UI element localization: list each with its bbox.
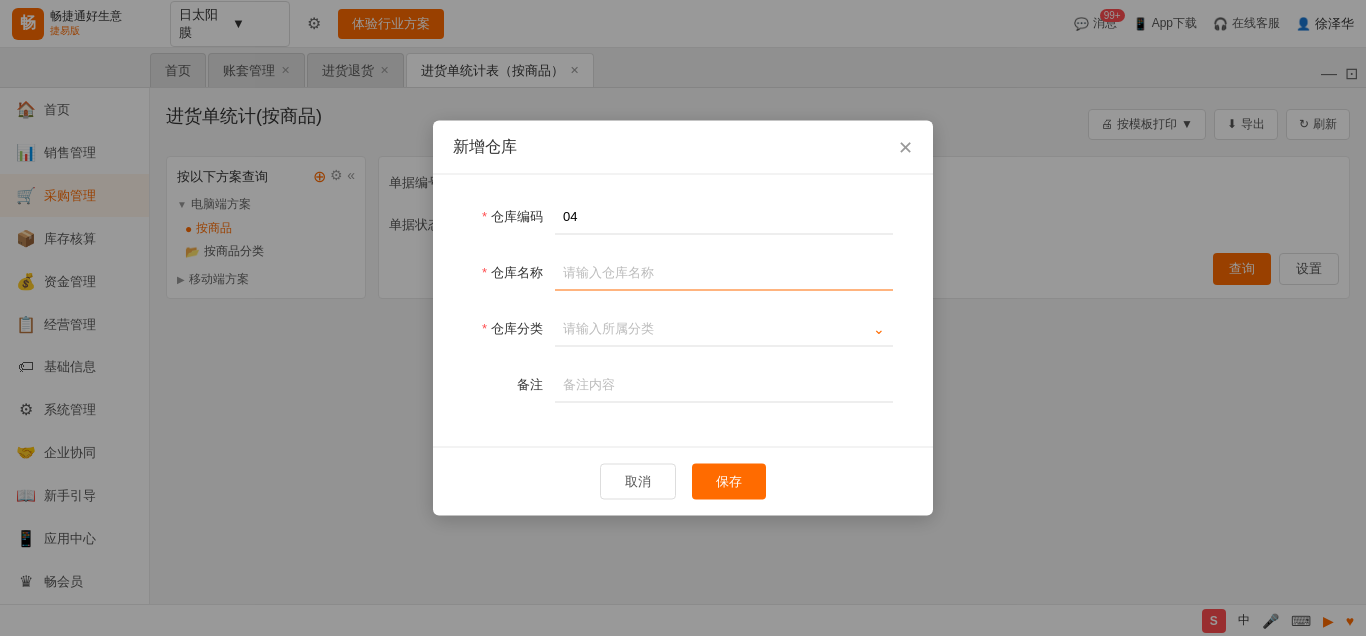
- cancel-button[interactable]: 取消: [600, 464, 676, 500]
- modal-close-icon[interactable]: ✕: [898, 138, 913, 156]
- remark-input[interactable]: [555, 367, 893, 403]
- form-row-name: 仓库名称: [473, 255, 893, 291]
- code-label: 仓库编码: [473, 208, 543, 226]
- modal-footer: 取消 保存: [433, 447, 933, 516]
- modal-title: 新增仓库: [453, 137, 517, 158]
- modal-header: 新增仓库 ✕: [433, 121, 933, 175]
- category-placeholder: 请输入所属分类: [563, 319, 873, 337]
- form-row-remark: 备注: [473, 367, 893, 403]
- save-button[interactable]: 保存: [692, 464, 766, 500]
- name-input[interactable]: [555, 255, 893, 291]
- form-row-category: 仓库分类 请输入所属分类 ⌄: [473, 311, 893, 347]
- remark-label: 备注: [473, 376, 543, 394]
- form-row-code: 仓库编码: [473, 199, 893, 235]
- category-label: 仓库分类: [473, 320, 543, 338]
- code-input[interactable]: [555, 199, 893, 235]
- category-arrow-icon: ⌄: [873, 320, 885, 336]
- add-warehouse-modal: 新增仓库 ✕ 仓库编码 仓库名称 仓库分类 请输入所属分类 ⌄ 备注 取消 保存: [433, 121, 933, 516]
- name-label: 仓库名称: [473, 264, 543, 282]
- modal-body: 仓库编码 仓库名称 仓库分类 请输入所属分类 ⌄ 备注: [433, 175, 933, 447]
- category-select[interactable]: 请输入所属分类 ⌄: [555, 311, 893, 347]
